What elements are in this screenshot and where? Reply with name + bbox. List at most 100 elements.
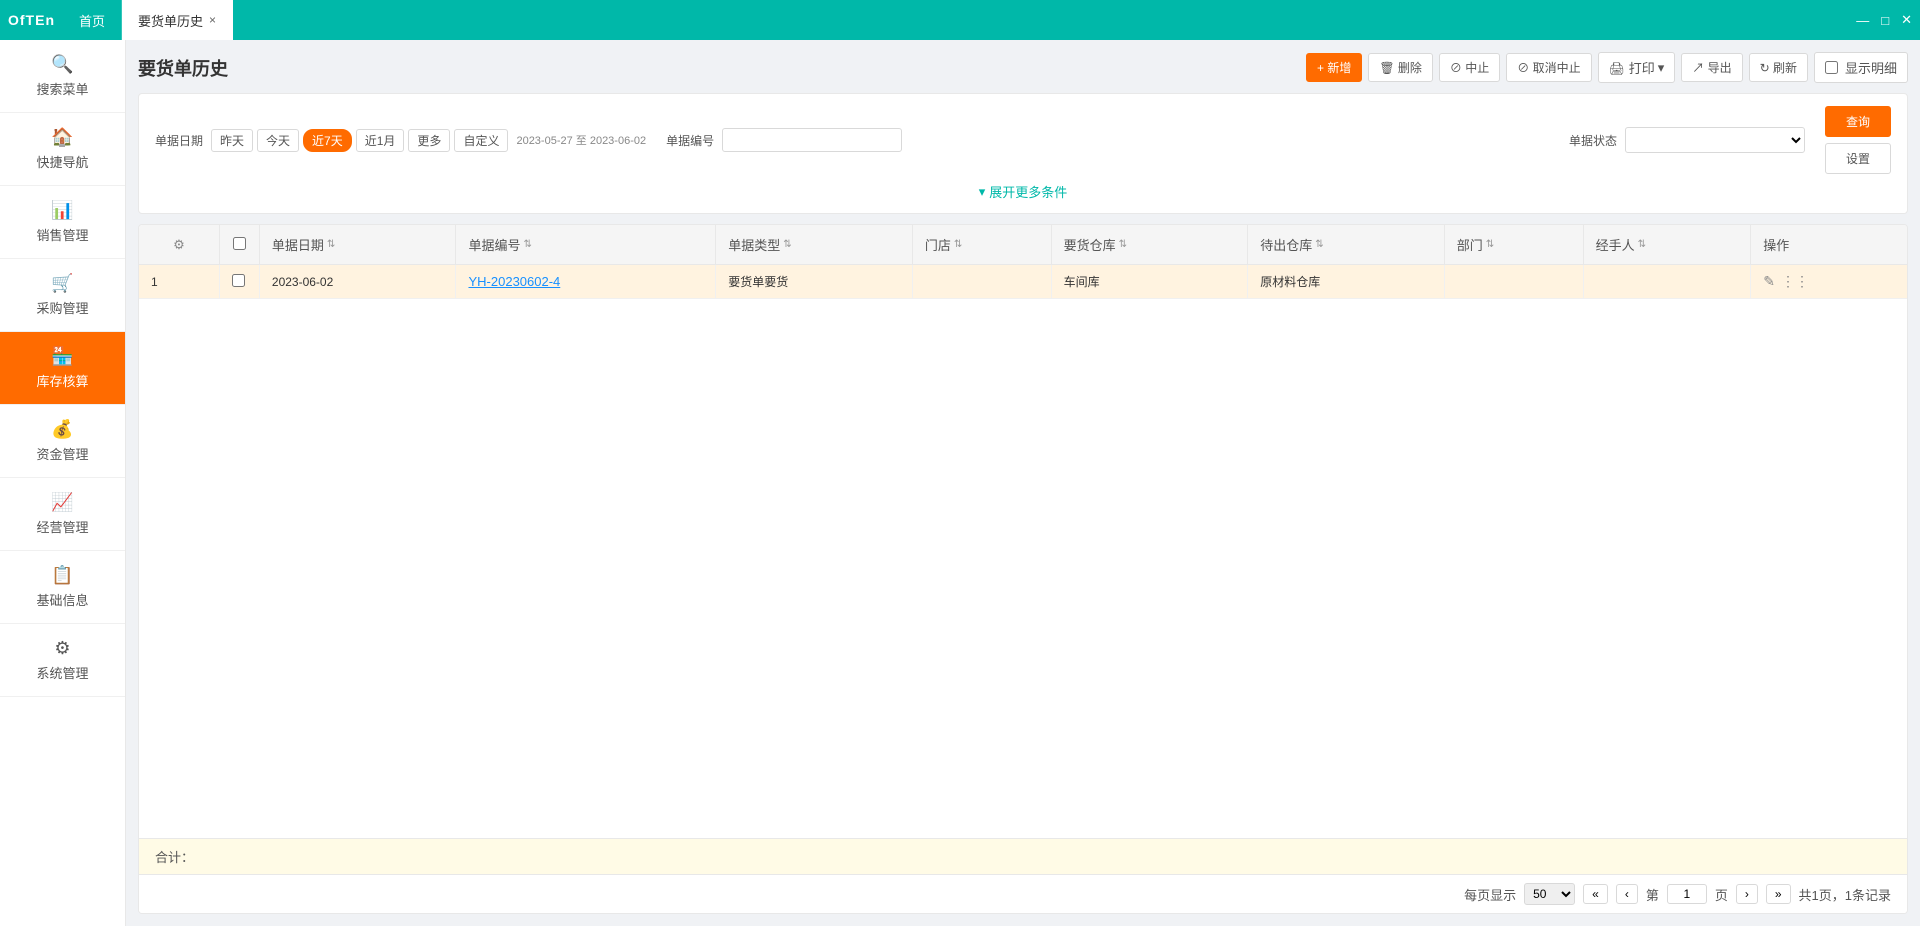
table-header-row: ⚙ 单据日期 ⇅ 单据编号 bbox=[139, 225, 1907, 265]
th-number[interactable]: 单据编号 ⇅ bbox=[456, 225, 716, 265]
query-button[interactable]: 查询 bbox=[1825, 106, 1891, 137]
expand-more-btn[interactable]: ▾ 展开更多条件 bbox=[155, 182, 1891, 201]
date-filter-label: 单据日期 bbox=[155, 132, 203, 149]
sidebar-item-search-menu[interactable]: 🔍 搜索菜单 bbox=[0, 40, 125, 113]
th-date[interactable]: 单据日期 ⇅ bbox=[259, 225, 456, 265]
export-button[interactable]: ↗ 导出 bbox=[1681, 53, 1742, 82]
sort-store-icon: ⇅ bbox=[954, 239, 962, 250]
sidebar-item-system-label: 系统管理 bbox=[36, 663, 88, 682]
minimize-icon[interactable]: — bbox=[1856, 13, 1869, 28]
cancel-stop-button[interactable]: ⊘ 取消中止 bbox=[1506, 53, 1591, 82]
prev-page-button[interactable]: ‹ bbox=[1616, 884, 1638, 904]
sort-date-icon: ⇅ bbox=[327, 239, 335, 250]
sidebar-item-purchase-label: 采购管理 bbox=[36, 298, 88, 317]
th-checkbox bbox=[219, 225, 259, 265]
sidebar: 🔍 搜索菜单 🏠 快捷导航 📊 销售管理 🛒 采购管理 🏪 库存核算 💰 资金管… bbox=[0, 40, 126, 926]
last-page-button[interactable]: » bbox=[1766, 884, 1791, 904]
th-pending-warehouse[interactable]: 待出仓库 ⇅ bbox=[1248, 225, 1445, 265]
next-page-button[interactable]: › bbox=[1736, 884, 1758, 904]
close-icon[interactable]: ✕ bbox=[1901, 12, 1912, 28]
pagination-bar: 每页显示 50 10 20 100 « ‹ 第 页 › » 共1页，1条记录 bbox=[139, 874, 1907, 913]
summary-label: 合计： bbox=[155, 847, 194, 866]
date-btn-custom[interactable]: 自定义 bbox=[454, 129, 508, 152]
action-icons: ✎ ⋮⋮ bbox=[1763, 273, 1895, 290]
sidebar-item-quick-nav-label: 快捷导航 bbox=[36, 152, 88, 171]
stop-button[interactable]: ⊘ 中止 bbox=[1439, 53, 1500, 82]
status-select[interactable] bbox=[1625, 127, 1805, 153]
th-settings[interactable]: ⚙ bbox=[139, 225, 219, 265]
row-type: 要货单要货 bbox=[716, 265, 913, 299]
sidebar-item-quick-nav[interactable]: 🏠 快捷导航 bbox=[0, 113, 125, 186]
tab-requisition-history[interactable]: 要货单历史 × bbox=[122, 0, 233, 40]
per-page-select[interactable]: 50 10 20 100 bbox=[1524, 883, 1575, 905]
row-handler bbox=[1583, 265, 1751, 299]
th-type[interactable]: 单据类型 ⇅ bbox=[716, 225, 913, 265]
sidebar-item-system[interactable]: ⚙ 系统管理 bbox=[0, 624, 125, 697]
sort-req-warehouse-icon: ⇅ bbox=[1119, 239, 1127, 250]
sidebar-item-basic-info[interactable]: 📋 基础信息 bbox=[0, 551, 125, 624]
page-label: 第 bbox=[1646, 885, 1659, 904]
sidebar-item-basic-info-label: 基础信息 bbox=[36, 590, 88, 609]
sidebar-item-inventory[interactable]: 🏪 库存核算 bbox=[0, 332, 125, 405]
row-actions: ✎ ⋮⋮ bbox=[1751, 265, 1907, 299]
bill-number-label: 单据编号 bbox=[666, 132, 714, 149]
page-suffix: 页 bbox=[1715, 885, 1728, 904]
print-dropdown-icon[interactable]: ▾ bbox=[1658, 60, 1665, 76]
th-handler[interactable]: 经手人 ⇅ bbox=[1583, 225, 1751, 265]
sort-handler-icon: ⇅ bbox=[1638, 239, 1646, 250]
delete-button[interactable]: 🗑 删除 bbox=[1368, 53, 1433, 82]
bill-number-input[interactable] bbox=[722, 128, 902, 152]
date-btn-yesterday[interactable]: 昨天 bbox=[211, 129, 253, 152]
th-req-warehouse[interactable]: 要货仓库 ⇅ bbox=[1051, 225, 1248, 265]
window-controls: — □ ✕ bbox=[1856, 12, 1912, 28]
row-date: 2023-06-02 bbox=[259, 265, 456, 299]
maximize-icon[interactable]: □ bbox=[1881, 13, 1889, 28]
sidebar-item-finance[interactable]: 💰 资金管理 bbox=[0, 405, 125, 478]
total-info: 共1页，1条记录 bbox=[1799, 885, 1891, 904]
sidebar-item-finance-label: 资金管理 bbox=[36, 444, 88, 463]
th-store[interactable]: 门店 ⇅ bbox=[912, 225, 1051, 265]
row-number-link[interactable]: YH-20230602-4 bbox=[468, 274, 560, 289]
edit-action-icon[interactable]: ✎ bbox=[1763, 273, 1775, 290]
display-detail-button[interactable]: 显示明细 bbox=[1814, 52, 1908, 83]
tab-close-icon[interactable]: × bbox=[209, 13, 216, 27]
sidebar-item-sales[interactable]: 📊 销售管理 bbox=[0, 186, 125, 259]
date-btn-7days[interactable]: 近7天 bbox=[303, 129, 352, 152]
sort-pending-warehouse-icon: ⇅ bbox=[1315, 239, 1323, 250]
row-select-checkbox[interactable] bbox=[232, 274, 245, 287]
top-bar: OfTEn 首页 要货单历史 × — □ ✕ bbox=[0, 0, 1920, 40]
sidebar-item-operations[interactable]: 📈 经营管理 bbox=[0, 478, 125, 551]
settings-button[interactable]: 设置 bbox=[1825, 143, 1891, 174]
tab-home[interactable]: 首页 bbox=[63, 0, 122, 40]
toolbar: + 新增 🗑 删除 ⊘ 中止 ⊘ 取消中止 🖨 打印 ▾ ↗ 导出 ↻ 刷新 显… bbox=[1306, 52, 1908, 83]
th-number-label: 单据编号 bbox=[468, 235, 520, 254]
add-button[interactable]: + 新增 bbox=[1306, 53, 1362, 82]
sidebar-item-purchase[interactable]: 🛒 采购管理 bbox=[0, 259, 125, 332]
per-page-label: 每页显示 bbox=[1464, 885, 1516, 904]
select-all-checkbox[interactable] bbox=[233, 237, 246, 250]
page-header: 要货单历史 + 新增 🗑 删除 ⊘ 中止 ⊘ 取消中止 🖨 打印 ▾ ↗ 导出 … bbox=[138, 52, 1908, 83]
inventory-icon: 🏪 bbox=[51, 346, 73, 367]
filter-action-buttons: 查询 设置 bbox=[1825, 106, 1891, 174]
page-input[interactable] bbox=[1667, 884, 1707, 904]
th-operations: 操作 bbox=[1751, 225, 1907, 265]
refresh-button[interactable]: ↻ 刷新 bbox=[1749, 53, 1808, 82]
row-checkbox bbox=[219, 265, 259, 299]
system-icon: ⚙ bbox=[54, 638, 70, 659]
th-handler-label: 经手人 bbox=[1596, 235, 1635, 254]
date-btn-today[interactable]: 今天 bbox=[257, 129, 299, 152]
sort-type-icon: ⇅ bbox=[783, 239, 791, 250]
sidebar-item-inventory-label: 库存核算 bbox=[36, 371, 88, 390]
more-action-icon[interactable]: ⋮⋮ bbox=[1781, 273, 1809, 290]
row-number[interactable]: YH-20230602-4 bbox=[456, 265, 716, 299]
th-operations-label: 操作 bbox=[1763, 238, 1789, 253]
tab-requisition-label: 要货单历史 bbox=[138, 11, 203, 30]
date-btn-1month[interactable]: 近1月 bbox=[356, 129, 405, 152]
first-page-button[interactable]: « bbox=[1583, 884, 1608, 904]
column-settings-icon[interactable]: ⚙ bbox=[173, 237, 185, 252]
date-btn-more[interactable]: 更多 bbox=[408, 129, 450, 152]
display-detail-checkbox[interactable] bbox=[1825, 61, 1838, 74]
main-layout: 🔍 搜索菜单 🏠 快捷导航 📊 销售管理 🛒 采购管理 🏪 库存核算 💰 资金管… bbox=[0, 40, 1920, 926]
th-department[interactable]: 部门 ⇅ bbox=[1444, 225, 1583, 265]
print-button[interactable]: 🖨 打印 ▾ bbox=[1598, 52, 1676, 83]
